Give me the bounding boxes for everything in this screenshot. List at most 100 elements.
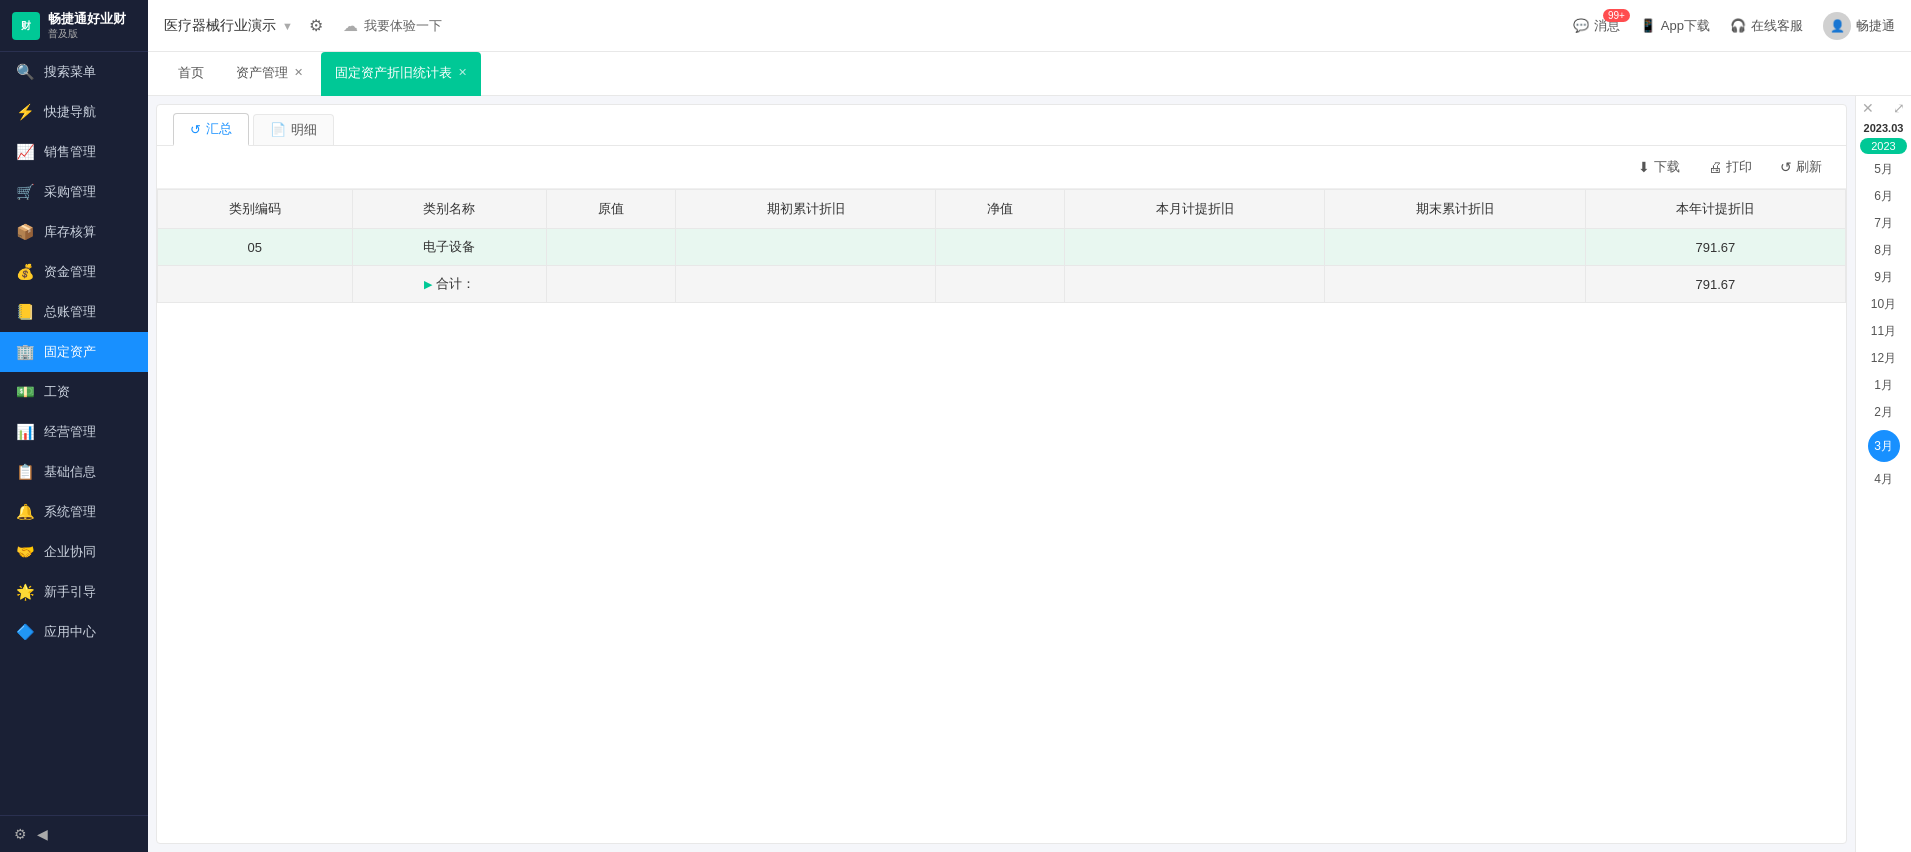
- col-header: 本月计提折旧: [1065, 190, 1325, 229]
- main-content: 医疗器械行业演示 ▼ ⚙ ☁ 我要体验一下 💬 消息 99+ 📱 App下载 🎧…: [148, 0, 1911, 852]
- sidebar-label-guide: 新手引导: [44, 583, 96, 601]
- experience-label: 我要体验一下: [364, 17, 442, 35]
- table-cell: 791.67: [1585, 229, 1845, 266]
- sidebar: 财 畅捷通好业财 普及版 🔍搜索菜单⚡快捷导航📈销售管理🛒采购管理📦库存核算💰资…: [0, 0, 148, 852]
- user-menu[interactable]: 👤 畅捷通: [1823, 12, 1895, 40]
- panel-month-m7[interactable]: 7月: [1856, 210, 1911, 237]
- management-icon: 📊: [16, 423, 34, 441]
- sidebar-item-inventory[interactable]: 📦库存核算: [0, 212, 148, 252]
- sidebar-label-sales: 销售管理: [44, 143, 96, 161]
- print-btn[interactable]: 🖨 打印: [1700, 154, 1760, 180]
- app-download-btn[interactable]: 📱 App下载: [1640, 17, 1710, 35]
- message-btn[interactable]: 💬 消息 99+: [1573, 17, 1620, 35]
- table-header-row: 类别编码类别名称原值期初累计折旧净值本月计提折旧期末累计折旧本年计提折旧: [158, 190, 1846, 229]
- total-cell: ▶ 合计：: [352, 266, 547, 303]
- sidebar-item-management[interactable]: 📊经营管理: [0, 412, 148, 452]
- download-label: 下载: [1654, 158, 1680, 176]
- col-header: 净值: [936, 190, 1065, 229]
- sidebar-item-funds[interactable]: 💰资金管理: [0, 252, 148, 292]
- table-cell: [1065, 229, 1325, 266]
- panel-month-m11[interactable]: 11月: [1856, 318, 1911, 345]
- sales-icon: 📈: [16, 143, 34, 161]
- app-logo-text: 畅捷通好业财 普及版: [48, 11, 126, 41]
- sidebar-item-sales[interactable]: 📈 销售管理: [0, 132, 148, 172]
- funds-icon: 💰: [16, 263, 34, 281]
- panel-month-m8[interactable]: 8月: [1856, 237, 1911, 264]
- phone-icon: 📱: [1640, 18, 1656, 33]
- sidebar-item-appcenter[interactable]: 🔷 应用中心: [0, 612, 148, 652]
- inner-content: ↺汇总📄明细 ⬇ 下载 🖨 打印 ↺ 刷新: [156, 104, 1847, 844]
- tab-label-home: 首页: [178, 64, 204, 82]
- sub-tabs: ↺汇总📄明细: [157, 105, 1846, 146]
- refresh-btn[interactable]: ↺ 刷新: [1772, 154, 1830, 180]
- panel-expand-icon[interactable]: ⤢: [1893, 100, 1905, 116]
- tab-close-asset_mgmt[interactable]: ✕: [294, 66, 303, 79]
- tab-label-asset_mgmt: 资产管理: [236, 64, 288, 82]
- appcenter-icon: 🔷: [16, 623, 34, 641]
- subtab-detail[interactable]: 📄明细: [253, 114, 334, 145]
- collapse-sidebar-icon[interactable]: ◀: [37, 826, 48, 842]
- subtab-summary[interactable]: ↺汇总: [173, 113, 249, 146]
- sidebar-label-search: 搜索菜单: [44, 63, 96, 81]
- sidebar-label-basicinfo: 基础信息: [44, 463, 96, 481]
- sidebar-item-basicinfo[interactable]: 📋基础信息: [0, 452, 148, 492]
- guide-icon: 🌟: [16, 583, 34, 601]
- tab-home[interactable]: 首页: [164, 52, 218, 96]
- panel-month-m4[interactable]: 4月: [1856, 466, 1911, 493]
- col-header: 本年计提折旧: [1585, 190, 1845, 229]
- sidebar-bottom: ⚙ ◀: [0, 815, 148, 852]
- company-dropdown-icon: ▼: [282, 20, 293, 32]
- sidebar-label-purchase: 采购管理: [44, 183, 96, 201]
- page-area: ↺汇总📄明细 ⬇ 下载 🖨 打印 ↺ 刷新: [148, 96, 1911, 852]
- tab-label-depreciation: 固定资产折旧统计表: [335, 64, 452, 82]
- company-selector[interactable]: 医疗器械行业演示 ▼: [164, 17, 293, 35]
- sidebar-item-search[interactable]: 🔍搜索菜单: [0, 52, 148, 92]
- sidebar-nav: 🔍搜索菜单⚡快捷导航 📈 销售管理 🛒采购管理📦库存核算💰资金管理📒总账管理🏢固定资产…: [0, 52, 148, 815]
- tab-depreciation[interactable]: 固定资产折旧统计表 ✕: [321, 52, 481, 96]
- panel-month-m1[interactable]: 1月: [1856, 372, 1911, 399]
- sidebar-item-ledger[interactable]: 📒总账管理: [0, 292, 148, 332]
- topbar: 医疗器械行业演示 ▼ ⚙ ☁ 我要体验一下 💬 消息 99+ 📱 App下载 🎧…: [148, 0, 1911, 52]
- col-header: 类别编码: [158, 190, 353, 229]
- sidebar-item-fixed[interactable]: 🏢固定资产: [0, 332, 148, 372]
- sidebar-item-quicknav[interactable]: ⚡快捷导航: [0, 92, 148, 132]
- panel-month-m2[interactable]: 2月: [1856, 399, 1911, 426]
- col-header: 期末累计折旧: [1325, 190, 1585, 229]
- download-btn[interactable]: ⬇ 下载: [1630, 154, 1688, 180]
- sidebar-item-payroll[interactable]: 💵工资: [0, 372, 148, 412]
- panel-month-m12[interactable]: 12月: [1856, 345, 1911, 372]
- panel-month-m9[interactable]: 9月: [1856, 264, 1911, 291]
- cloud-icon: ☁: [343, 17, 358, 35]
- download-icon: ⬇: [1638, 159, 1650, 175]
- sidebar-item-enterprise[interactable]: 🤝企业协同: [0, 532, 148, 572]
- experience-btn[interactable]: ☁ 我要体验一下: [343, 17, 442, 35]
- company-settings-icon[interactable]: ⚙: [309, 16, 323, 35]
- enterprise-icon: 🤝: [16, 543, 34, 561]
- total-cell: 791.67: [1585, 266, 1845, 303]
- panel-month-m10[interactable]: 10月: [1856, 291, 1911, 318]
- sidebar-item-purchase[interactable]: 🛒采购管理: [0, 172, 148, 212]
- sidebar-item-guide[interactable]: 🌟 新手引导: [0, 572, 148, 612]
- tab-asset_mgmt[interactable]: 资产管理 ✕: [222, 52, 317, 96]
- depreciation-table: 类别编码类别名称原值期初累计折旧净值本月计提折旧期末累计折旧本年计提折旧 05电…: [157, 189, 1846, 303]
- table-row: 05电子设备791.67: [158, 229, 1846, 266]
- panel-close-icon[interactable]: ✕: [1862, 100, 1874, 116]
- app-download-label: App下载: [1661, 17, 1710, 35]
- settings-icon[interactable]: ⚙: [14, 826, 27, 842]
- tab-close-depreciation[interactable]: ✕: [458, 66, 467, 79]
- print-icon: 🖨: [1708, 159, 1722, 175]
- panel-month-m6[interactable]: 6月: [1856, 183, 1911, 210]
- sidebar-item-system[interactable]: 🔔系统管理: [0, 492, 148, 532]
- tabs-row: 首页资产管理 ✕固定资产折旧统计表 ✕: [148, 52, 1911, 96]
- panel-month-m5[interactable]: 5月: [1856, 156, 1911, 183]
- panel-month-m3[interactable]: 3月: [1868, 430, 1900, 462]
- panel-year-month: 2023.03: [1856, 120, 1911, 136]
- online-service-btn[interactable]: 🎧 在线客服: [1730, 17, 1803, 35]
- panel-year-label[interactable]: 2023: [1860, 138, 1907, 154]
- sidebar-label-appcenter: 应用中心: [44, 623, 96, 641]
- print-label: 打印: [1726, 158, 1752, 176]
- col-header: 期初累计折旧: [675, 190, 935, 229]
- subtab-label-detail: 明细: [291, 121, 317, 139]
- table-toolbar: ⬇ 下载 🖨 打印 ↺ 刷新: [157, 146, 1846, 189]
- company-name: 医疗器械行业演示: [164, 17, 276, 35]
